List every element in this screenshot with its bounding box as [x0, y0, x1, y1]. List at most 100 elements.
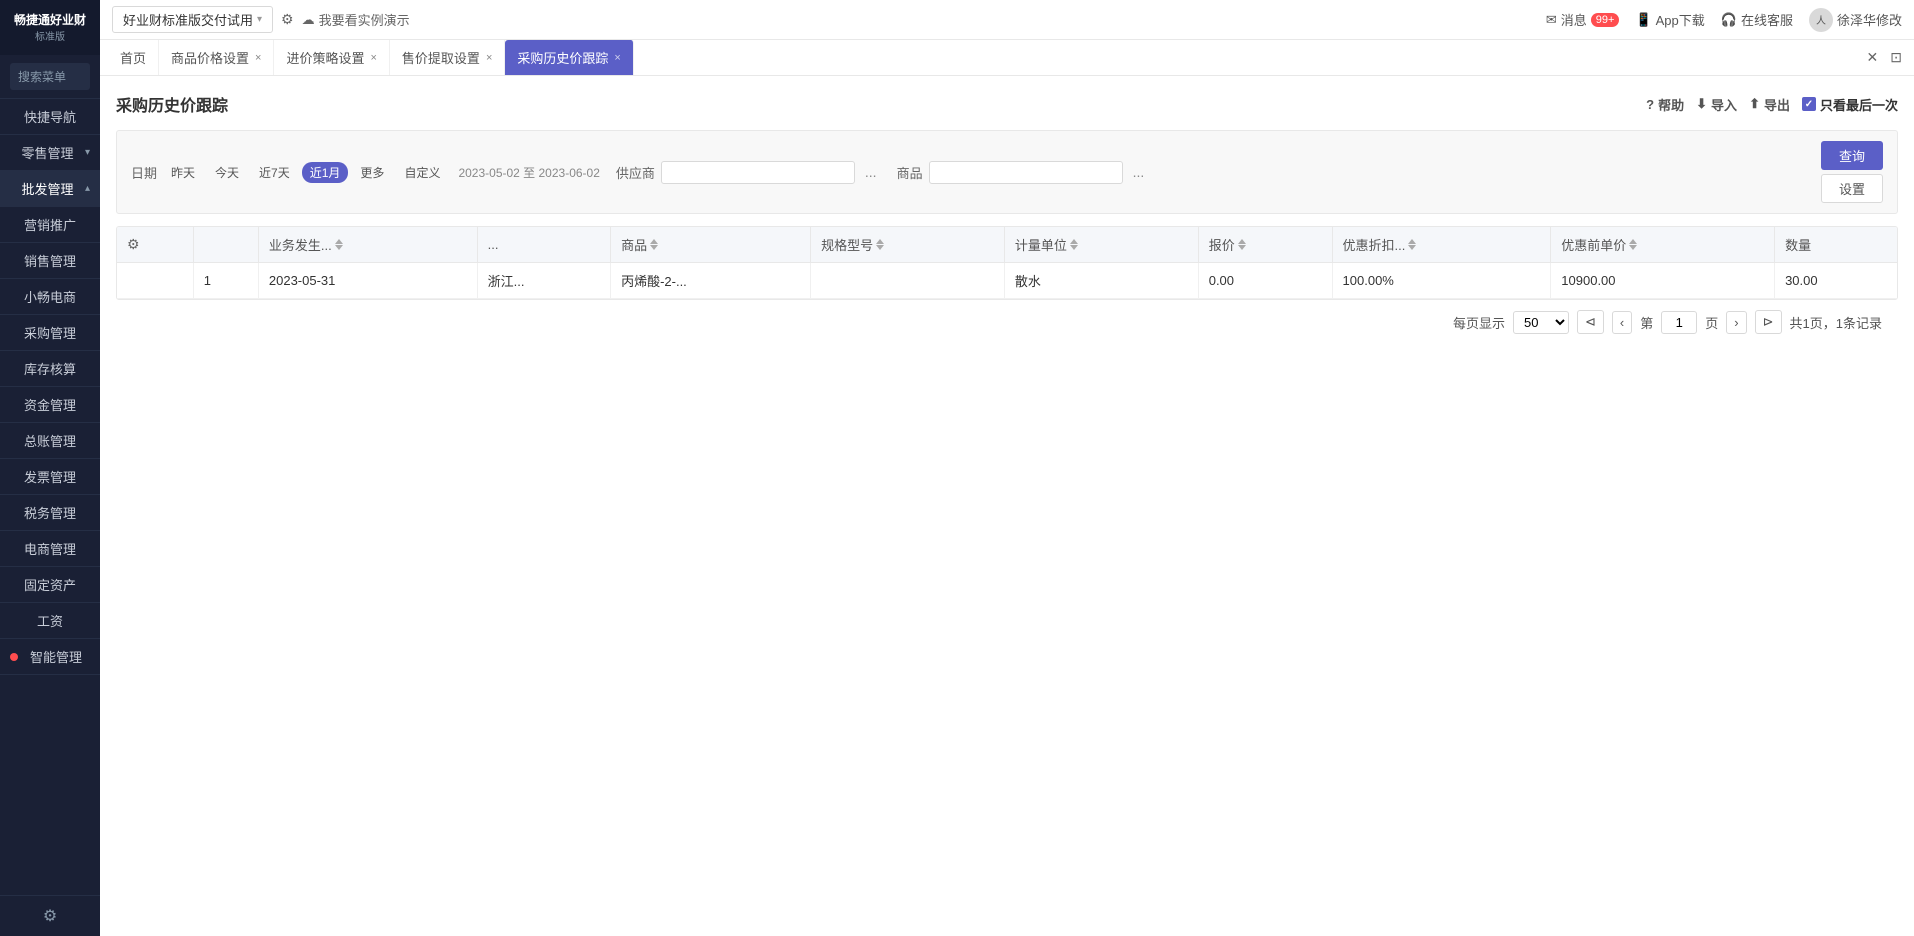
only-last-checkbox[interactable]: ✓ 只看最后一次	[1802, 95, 1898, 114]
date-1month[interactable]: 近1月	[302, 162, 349, 183]
date-range: 2023-05-02 至 2023-06-02	[458, 164, 599, 181]
col-bizdate[interactable]: 业务发生...	[258, 227, 477, 263]
sidebar-item-ecommerce[interactable]: 电商管理	[0, 531, 100, 567]
date-yesterday[interactable]: 昨天	[163, 162, 203, 183]
tab-label: 商品价格设置	[171, 48, 249, 67]
only-last-label: 只看最后一次	[1820, 95, 1898, 114]
cloud-icon: ☁	[302, 12, 315, 28]
sidebar-item-payroll[interactable]: 工资	[0, 603, 100, 639]
gear-icon[interactable]: ⚙	[43, 906, 57, 926]
settings-icon[interactable]: ⚙	[281, 11, 294, 28]
sidebar-item-ai[interactable]: 智能管理	[0, 639, 100, 675]
table-row: 1 2023-05-31 浙江... 丙烯酸-2-... 散水 0.00 100…	[117, 263, 1897, 299]
col-price-label: 报价	[1209, 235, 1235, 254]
sidebar-item-retail[interactable]: 零售管理 ▾	[0, 135, 100, 171]
per-page-select[interactable]: 50 100 200	[1513, 311, 1569, 334]
close-window-icon[interactable]: ✕	[1863, 45, 1883, 70]
close-icon[interactable]: ×	[486, 52, 492, 64]
supplier-input[interactable]	[661, 161, 855, 184]
sidebar-item-label: 电商管理	[10, 539, 90, 558]
close-icon[interactable]: ×	[255, 52, 261, 64]
sidebar-item-finance[interactable]: 资金管理	[0, 387, 100, 423]
supplier-filter: 供应商 ...	[616, 161, 881, 184]
search-menu-button[interactable]: 搜索菜单	[10, 63, 90, 90]
user-action[interactable]: 人 徐泽华修改	[1809, 8, 1902, 32]
tab-purchase-history[interactable]: 采购历史价跟踪 ×	[505, 40, 633, 75]
query-button[interactable]: 查询	[1821, 141, 1883, 170]
sidebar-item-invoice[interactable]: 发票管理	[0, 459, 100, 495]
page-unit: 页	[1705, 313, 1718, 332]
demo-button[interactable]: ☁ 我要看实例演示	[302, 10, 410, 29]
tabs-list: 首页 商品价格设置 × 进价策略设置 × 售价提取设置 × 采购历史价跟踪 ×	[108, 40, 634, 75]
sidebar-quick-nav[interactable]: 快捷导航	[0, 99, 100, 135]
col-price[interactable]: 报价	[1198, 227, 1332, 263]
chevron-icon: ▴	[85, 183, 90, 194]
date-custom[interactable]: 自定义	[396, 162, 448, 183]
cell-discount: 100.00%	[1332, 263, 1551, 299]
pagination: 每页显示 50 100 200 ⊲ ‹ 第 页 › ⊳ 共1页，1条记录	[116, 300, 1898, 344]
filter-area: 日期 昨天 今天 近7天 近1月 更多 自定义 2023-05-02 至 202…	[116, 130, 1898, 214]
close-icon[interactable]: ×	[370, 52, 376, 64]
product-selector[interactable]: 好业财标准版交付试用 ▾	[112, 6, 273, 33]
last-page-button[interactable]: ⊳	[1755, 310, 1782, 334]
sidebar-item-label: 销售管理	[10, 251, 90, 270]
tab-sale-price[interactable]: 售价提取设置 ×	[390, 40, 505, 75]
message-badge: 99+	[1591, 13, 1620, 27]
col-product[interactable]: 商品	[611, 227, 811, 263]
gear-icon[interactable]: ⚙	[127, 236, 140, 252]
prev-page-button[interactable]: ‹	[1612, 311, 1632, 334]
sort-icon	[1408, 239, 1416, 250]
sidebar-item-ledger[interactable]: 总账管理	[0, 423, 100, 459]
online-service-action[interactable]: 🎧 在线客服	[1721, 10, 1793, 29]
date-7days[interactable]: 近7天	[251, 162, 298, 183]
page-label: 第	[1640, 313, 1653, 332]
col-unit[interactable]: 计量单位	[1004, 227, 1198, 263]
product-name: 好业财标准版交付试用	[123, 10, 253, 29]
logo-subtitle: 标准版	[35, 28, 65, 43]
red-dot-icon	[10, 653, 18, 661]
first-page-button[interactable]: ⊲	[1577, 310, 1604, 334]
page-content: 采购历史价跟踪 ? 帮助 ⬇ 导入 ⬆ 导出 ✓ 只	[100, 76, 1914, 936]
sidebar-item-wholesale[interactable]: 批发管理 ▴	[0, 171, 100, 207]
close-icon[interactable]: ×	[614, 52, 620, 64]
sidebar-item-sales[interactable]: 销售管理	[0, 243, 100, 279]
sidebar-item-tax[interactable]: 税务管理	[0, 495, 100, 531]
export-action[interactable]: ⬆ 导出	[1749, 95, 1790, 114]
tab-home[interactable]: 首页	[108, 40, 159, 75]
col-discount[interactable]: 优惠折扣...	[1332, 227, 1551, 263]
cell-supplier: 浙江...	[477, 263, 610, 299]
date-more[interactable]: 更多	[352, 162, 392, 183]
col-qty: 数量	[1775, 227, 1897, 263]
col-spec[interactable]: 规格型号	[811, 227, 1005, 263]
sidebar-item-marketing[interactable]: 营销推广	[0, 207, 100, 243]
product-input[interactable]	[929, 161, 1123, 184]
sidebar-item-purchase[interactable]: 采购管理	[0, 315, 100, 351]
header-right: ✉ 消息 99+ 📱 App下载 🎧 在线客服 人 徐泽华修改	[1546, 8, 1902, 32]
col-product-label: 商品	[621, 235, 647, 254]
next-page-button[interactable]: ›	[1726, 311, 1746, 334]
phone-icon: 📱	[1635, 12, 1651, 28]
date-today[interactable]: 今天	[207, 162, 247, 183]
app-download-action[interactable]: 📱 App下载	[1635, 10, 1704, 29]
tab-label: 采购历史价跟踪	[517, 48, 608, 67]
tab-purchase-strategy[interactable]: 进价策略设置 ×	[274, 40, 389, 75]
sidebar-item-inventory[interactable]: 库存核算	[0, 351, 100, 387]
message-action[interactable]: ✉ 消息 99+	[1546, 10, 1620, 29]
help-action[interactable]: ? 帮助	[1646, 95, 1684, 114]
tab-product-price[interactable]: 商品价格设置 ×	[159, 40, 274, 75]
page-input[interactable]	[1661, 311, 1697, 334]
import-action[interactable]: ⬇ 导入	[1696, 95, 1737, 114]
question-icon: ?	[1646, 97, 1654, 112]
date-options: 昨天 今天 近7天 近1月 更多 自定义	[163, 162, 448, 183]
col-discount-label: 优惠折扣...	[1343, 235, 1406, 254]
settings-button[interactable]: 设置	[1821, 174, 1883, 203]
sidebar-item-label: 税务管理	[10, 503, 90, 522]
sidebar-item-fixed-assets[interactable]: 固定资产	[0, 567, 100, 603]
supplier-dots[interactable]: ...	[861, 164, 881, 180]
product-dots[interactable]: ...	[1129, 164, 1149, 180]
sidebar-item-ecommerce-small[interactable]: 小畅电商	[0, 279, 100, 315]
sidebar-item-label: 资金管理	[10, 395, 90, 414]
col-before-price[interactable]: 优惠前单价	[1551, 227, 1775, 263]
checkbox-icon: ✓	[1802, 97, 1816, 111]
maximize-icon[interactable]: ⊡	[1886, 45, 1906, 70]
